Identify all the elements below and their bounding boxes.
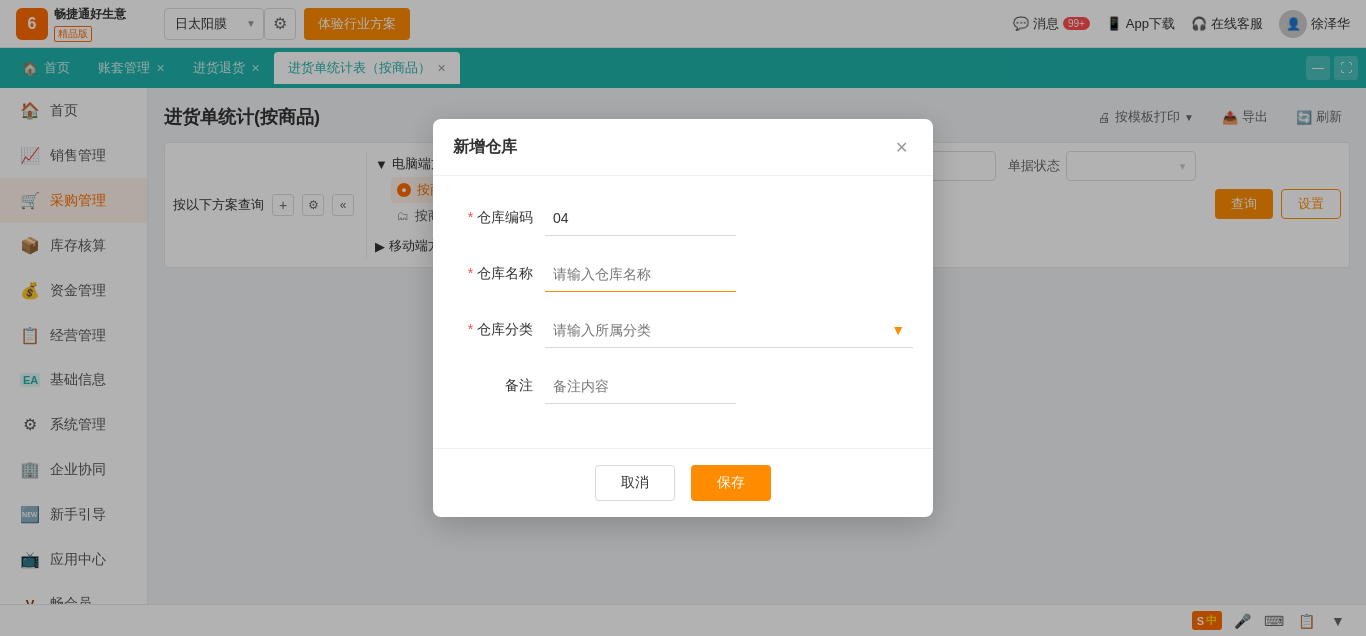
name-input-wrap <box>545 256 913 292</box>
code-form-row: 仓库编码 <box>453 200 913 236</box>
category-label: 仓库分类 <box>453 321 533 339</box>
category-form-row: 仓库分类 ▼ <box>453 312 913 348</box>
code-input-wrap <box>545 200 913 236</box>
modal-footer: 取消 保存 <box>433 448 933 517</box>
category-dropdown-icon[interactable]: ▼ <box>891 322 913 338</box>
modal-overlay[interactable]: 新增仓库 ✕ 仓库编码 仓库名称 <box>0 0 1366 636</box>
name-label: 仓库名称 <box>453 265 533 283</box>
note-form-row: 备注 <box>453 368 913 404</box>
name-form-row: 仓库名称 <box>453 256 913 292</box>
modal-title: 新增仓库 <box>453 137 517 158</box>
category-input[interactable] <box>545 322 891 338</box>
category-select-wrap[interactable]: ▼ <box>545 312 913 348</box>
modal-close-button[interactable]: ✕ <box>889 135 913 159</box>
note-input[interactable] <box>545 368 736 404</box>
note-label: 备注 <box>453 377 533 395</box>
cancel-button[interactable]: 取消 <box>595 465 675 501</box>
page-wrapper: 6 畅捷通好生意 精品版 日太阳膜 ⚙ 体验行业方案 💬 消息 99+ 📱 <box>0 0 1366 636</box>
modal-body: 仓库编码 仓库名称 仓库分类 ▼ <box>433 176 933 448</box>
name-input[interactable] <box>545 256 736 292</box>
note-input-wrap <box>545 368 913 404</box>
code-label: 仓库编码 <box>453 209 533 227</box>
save-button[interactable]: 保存 <box>691 465 771 501</box>
code-input[interactable] <box>545 200 736 236</box>
modal-header: 新增仓库 ✕ <box>433 119 933 176</box>
new-warehouse-modal: 新增仓库 ✕ 仓库编码 仓库名称 <box>433 119 933 517</box>
